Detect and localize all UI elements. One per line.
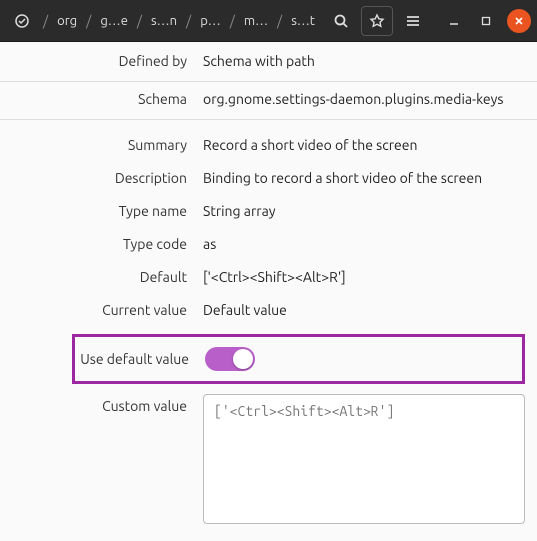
- value-default: ['<Ctrl><Shift><Alt>R']: [203, 268, 525, 287]
- window-controls: [443, 9, 531, 33]
- breadcrumb-item[interactable]: p…: [194, 10, 227, 32]
- row-default: Default ['<Ctrl><Shift><Alt>R']: [0, 262, 537, 295]
- value-schema: org.gnome.settings-daemon.plugins.media-…: [203, 90, 525, 109]
- row-defined-by: Defined by Schema with path: [0, 46, 537, 79]
- label-summary: Summary: [0, 136, 203, 153]
- title-bar: / org / g…e / s…n / p… / m… / s…t: [0, 0, 537, 42]
- content-area: Defined by Schema with path Schema org.g…: [0, 42, 537, 524]
- value-summary: Record a short video of the screen: [203, 136, 525, 155]
- label-type-code: Type code: [0, 235, 203, 252]
- row-summary: Summary Record a short video of the scre…: [0, 130, 537, 163]
- use-default-row: Use default value: [72, 334, 525, 384]
- divider: [0, 119, 537, 120]
- use-default-toggle[interactable]: [205, 347, 255, 371]
- row-type-code: Type code as: [0, 229, 537, 262]
- breadcrumb-sep: /: [85, 13, 92, 29]
- breadcrumb-sep: /: [276, 13, 283, 29]
- close-button[interactable]: [507, 9, 531, 33]
- breadcrumb-sep: /: [42, 13, 49, 29]
- custom-value-textarea[interactable]: [203, 394, 525, 524]
- breadcrumb-item[interactable]: s…n: [145, 10, 183, 32]
- breadcrumb-sep: /: [229, 13, 236, 29]
- label-type-name: Type name: [0, 202, 203, 219]
- breadcrumb-item[interactable]: org: [51, 10, 83, 32]
- label-current-value: Current value: [0, 301, 203, 318]
- row-custom-value: Custom value: [0, 394, 537, 524]
- row-type-name: Type name String array: [0, 196, 537, 229]
- label-defined-by: Defined by: [0, 52, 203, 69]
- bookmark-button[interactable]: [361, 6, 393, 36]
- search-button[interactable]: [325, 6, 357, 36]
- value-defined-by: Schema with path: [203, 52, 525, 71]
- label-custom-value: Custom value: [0, 394, 203, 524]
- divider: [0, 81, 537, 82]
- breadcrumb: / org / g…e / s…n / p… / m… / s…t: [42, 10, 321, 32]
- app-icon[interactable]: [6, 6, 38, 36]
- maximize-button[interactable]: [475, 10, 497, 32]
- label-default: Default: [0, 268, 203, 285]
- breadcrumb-sep: /: [136, 13, 143, 29]
- value-description: Binding to record a short video of the s…: [203, 169, 525, 188]
- value-type-name: String array: [203, 202, 525, 221]
- label-schema: Schema: [0, 90, 203, 107]
- minimize-button[interactable]: [443, 10, 465, 32]
- breadcrumb-item-active[interactable]: s…t: [285, 10, 321, 32]
- toggle-knob: [233, 349, 253, 369]
- menu-button[interactable]: [397, 6, 429, 36]
- breadcrumb-sep: /: [185, 13, 192, 29]
- value-current-value: Default value: [203, 301, 525, 320]
- label-description: Description: [0, 169, 203, 186]
- breadcrumb-item[interactable]: m…: [238, 10, 274, 32]
- value-type-code: as: [203, 235, 525, 254]
- row-description: Description Binding to record a short vi…: [0, 163, 537, 196]
- row-current-value: Current value Default value: [0, 295, 537, 328]
- label-use-default: Use default value: [75, 351, 205, 367]
- row-schema: Schema org.gnome.settings-daemon.plugins…: [0, 84, 537, 117]
- breadcrumb-item[interactable]: g…e: [94, 10, 134, 32]
